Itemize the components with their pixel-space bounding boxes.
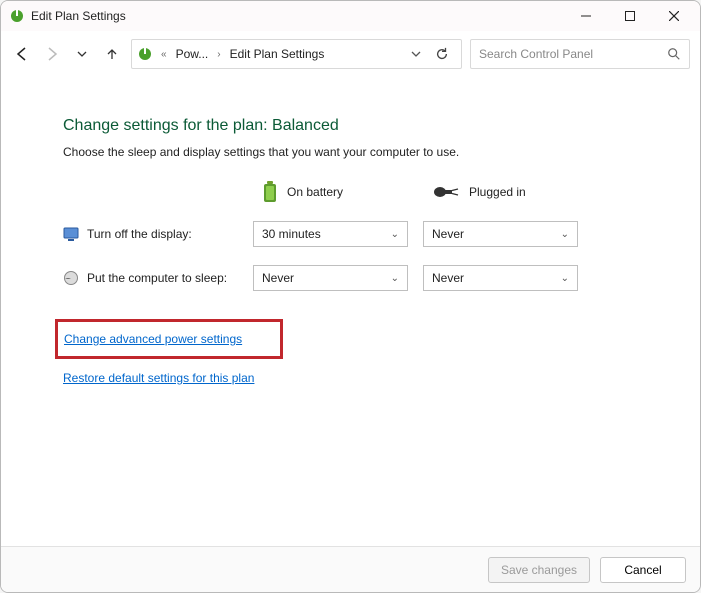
display-battery-value: 30 minutes bbox=[262, 227, 321, 241]
sleep-battery-select[interactable]: Never ⌄ bbox=[253, 265, 408, 291]
page-description: Choose the sleep and display settings th… bbox=[63, 145, 700, 159]
highlight-annotation: Change advanced power settings bbox=[55, 319, 283, 359]
chevron-right-icon[interactable]: › bbox=[214, 49, 223, 60]
search-input[interactable]: Search Control Panel bbox=[470, 39, 690, 69]
sleep-plugged-value: Never bbox=[432, 271, 464, 285]
row-display-text: Turn off the display: bbox=[87, 227, 192, 241]
sleep-icon bbox=[63, 270, 79, 286]
column-header-plugged-label: Plugged in bbox=[469, 185, 526, 199]
save-button[interactable]: Save changes bbox=[488, 557, 590, 583]
battery-icon bbox=[263, 181, 277, 203]
page-title: Change settings for the plan: Balanced bbox=[63, 117, 700, 135]
refresh-button[interactable] bbox=[431, 47, 457, 61]
sleep-plugged-select[interactable]: Never ⌄ bbox=[423, 265, 578, 291]
breadcrumb-seg-power[interactable]: Pow... bbox=[174, 47, 211, 61]
column-header-battery-label: On battery bbox=[287, 185, 343, 199]
settings-grid: On battery Plugged in Turn off the displ… bbox=[63, 181, 700, 291]
advanced-settings-link[interactable]: Change advanced power settings bbox=[64, 332, 242, 346]
maximize-button[interactable] bbox=[608, 1, 652, 31]
search-icon bbox=[667, 47, 681, 61]
toolbar: « Pow... › Edit Plan Settings Search Con… bbox=[1, 31, 700, 77]
close-button[interactable] bbox=[652, 1, 696, 31]
display-battery-select[interactable]: 30 minutes ⌄ bbox=[253, 221, 408, 247]
back-button[interactable] bbox=[11, 40, 33, 68]
links-block: Change advanced power settings Restore d… bbox=[63, 319, 700, 385]
minimize-button[interactable] bbox=[564, 1, 608, 31]
plug-icon bbox=[433, 184, 459, 200]
display-plugged-value: Never bbox=[432, 227, 464, 241]
up-button[interactable] bbox=[101, 40, 123, 68]
search-placeholder: Search Control Panel bbox=[479, 47, 667, 61]
recent-dropdown-button[interactable] bbox=[71, 40, 93, 68]
restore-defaults-link[interactable]: Restore default settings for this plan bbox=[63, 371, 254, 385]
window-frame: Edit Plan Settings « Pow... bbox=[0, 0, 701, 593]
row-sleep-text: Put the computer to sleep: bbox=[87, 271, 227, 285]
column-header-plugged: Plugged in bbox=[423, 184, 583, 200]
display-icon bbox=[63, 226, 79, 242]
chevron-down-icon: ⌄ bbox=[561, 273, 569, 284]
chevron-down-icon: ⌄ bbox=[561, 229, 569, 240]
titlebar: Edit Plan Settings bbox=[1, 1, 700, 31]
breadcrumb-seg-edit[interactable]: Edit Plan Settings bbox=[228, 47, 327, 61]
row-display-label: Turn off the display: bbox=[63, 226, 243, 242]
breadcrumb-root-chevron-icon[interactable]: « bbox=[158, 49, 170, 60]
sleep-battery-value: Never bbox=[262, 271, 294, 285]
cancel-button[interactable]: Cancel bbox=[600, 557, 686, 583]
chevron-down-icon: ⌄ bbox=[391, 273, 399, 284]
content-area: Change settings for the plan: Balanced C… bbox=[1, 77, 700, 546]
chevron-down-icon: ⌄ bbox=[391, 229, 399, 240]
row-sleep-label: Put the computer to sleep: bbox=[63, 270, 243, 286]
footer: Save changes Cancel bbox=[1, 546, 700, 592]
address-bar[interactable]: « Pow... › Edit Plan Settings bbox=[131, 39, 462, 69]
forward-button[interactable] bbox=[41, 40, 63, 68]
window-title: Edit Plan Settings bbox=[31, 9, 126, 23]
column-header-battery: On battery bbox=[253, 181, 413, 203]
address-icon bbox=[136, 46, 154, 62]
app-icon bbox=[9, 8, 25, 24]
address-dropdown-button[interactable] bbox=[405, 49, 427, 59]
display-plugged-select[interactable]: Never ⌄ bbox=[423, 221, 578, 247]
